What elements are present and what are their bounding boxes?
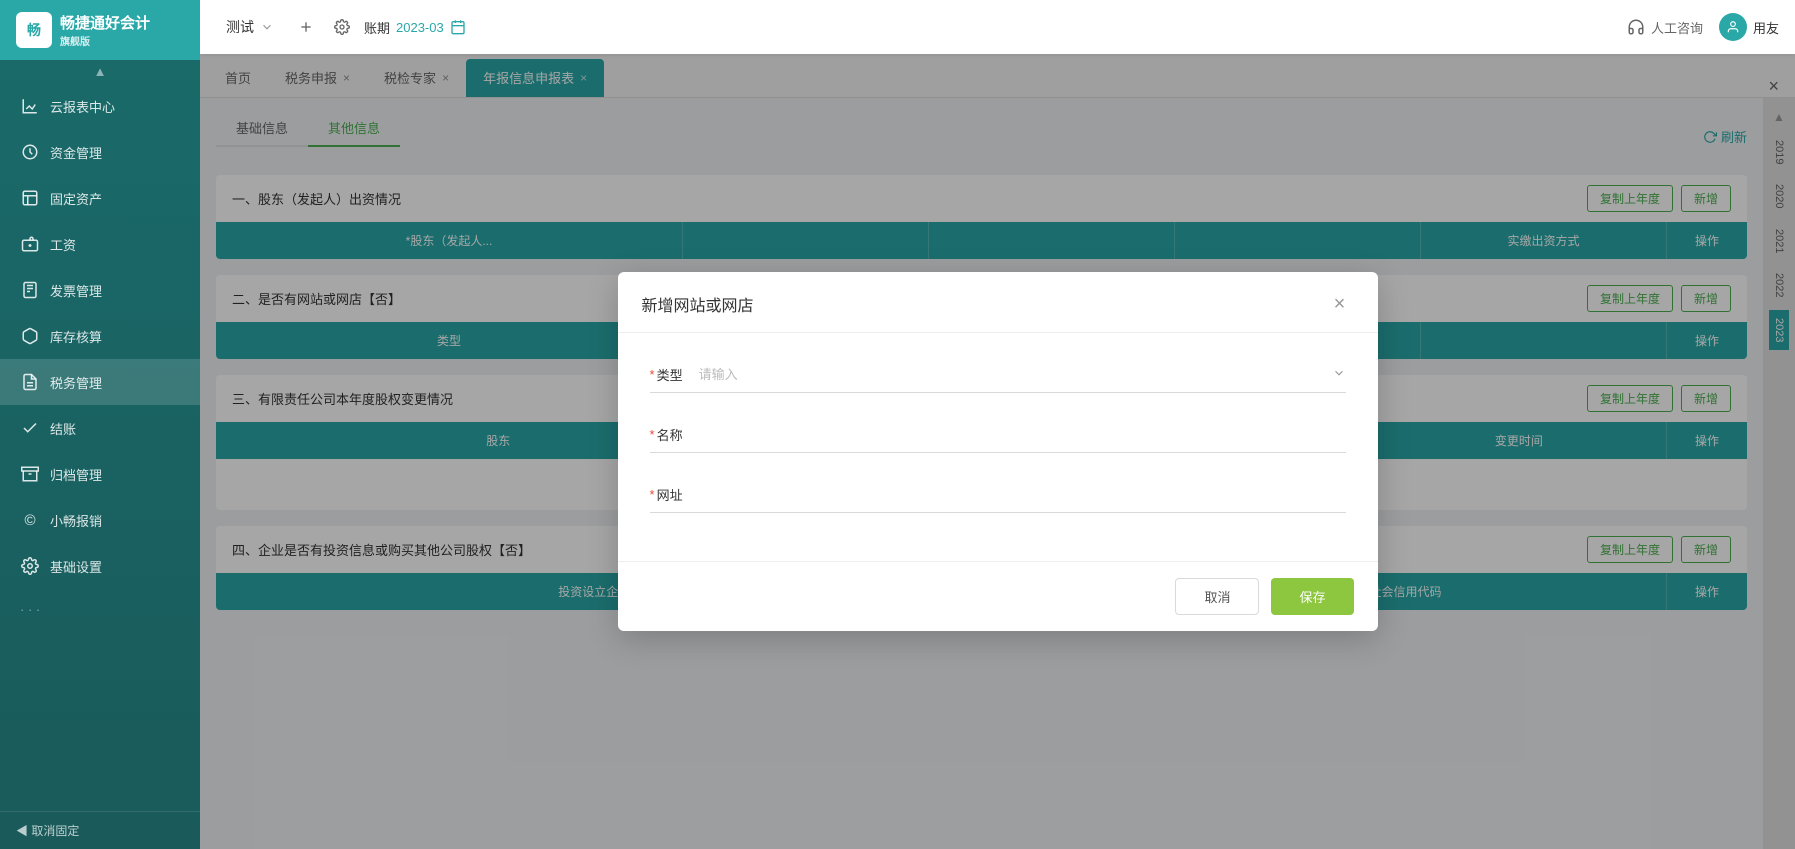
url-input[interactable] xyxy=(699,487,1346,502)
type-control-row: * 类型 xyxy=(650,357,1346,393)
add-website-dialog: 新增网站或网店 × * 类型 xyxy=(618,272,1378,631)
name-required: * xyxy=(650,427,655,442)
avatar xyxy=(1719,13,1747,41)
company-selector[interactable]: 测试 xyxy=(216,11,284,43)
sidebar-item-assets[interactable]: 固定资产 xyxy=(0,175,200,221)
dialog-header: 新增网站或网店 × xyxy=(618,272,1378,333)
sidebar-item-label: 库存核算 xyxy=(50,327,102,346)
user-name: 用友 xyxy=(1753,18,1779,37)
sidebar-item-label: 工资 xyxy=(50,235,76,254)
sidebar-item-invoice[interactable]: 发票管理 xyxy=(0,267,200,313)
period-label: 账期 xyxy=(364,18,390,37)
gear-icon xyxy=(334,19,350,35)
sidebar-item-tax[interactable]: 税务管理 xyxy=(0,359,200,405)
name-label: * 名称 xyxy=(650,425,683,444)
sidebar-item-settlement[interactable]: 结账 xyxy=(0,405,200,451)
assets-icon xyxy=(20,188,40,208)
add-button[interactable] xyxy=(292,13,320,41)
sidebar-item-settings[interactable]: 基础设置 xyxy=(0,543,200,589)
url-required: * xyxy=(650,487,655,502)
plus-icon xyxy=(298,19,314,35)
sidebar-item-payroll[interactable]: 工资 xyxy=(0,221,200,267)
topbar: 测试 账期 2023-03 人工咨询 用友 xyxy=(200,0,1795,54)
settings-gear-button[interactable] xyxy=(328,13,356,41)
period-display: 账期 2023-03 xyxy=(364,18,466,37)
sidebar-item-label: 固定资产 xyxy=(50,189,102,208)
calendar-icon xyxy=(450,19,466,35)
save-button[interactable]: 保存 xyxy=(1271,578,1353,615)
sidebar-nav: 云报表中心 资金管理 固定资产 工资 发票管理 xyxy=(0,83,200,811)
url-label: * 网址 xyxy=(650,485,683,504)
sidebar: 畅 畅捷通好会计 旗舰版 ▲ 云报表中心 资金管理 固定资产 xyxy=(0,0,200,849)
sidebar-item-fund[interactable]: 资金管理 xyxy=(0,129,200,175)
dialog-close-button[interactable]: × xyxy=(1326,290,1354,318)
settings-icon xyxy=(20,556,40,576)
tax-icon xyxy=(20,372,40,392)
topbar-right: 人工咨询 用友 xyxy=(1627,13,1779,41)
sidebar-item-xiao[interactable]: © 小畅报销 xyxy=(0,497,200,543)
sidebar-logo: 畅 畅捷通好会计 旗舰版 xyxy=(0,0,200,60)
sidebar-item-label: 结账 xyxy=(50,419,76,438)
inventory-icon xyxy=(20,326,40,346)
dialog-title: 新增网站或网店 xyxy=(642,292,754,316)
invoice-icon xyxy=(20,280,40,300)
sidebar-item-label: 发票管理 xyxy=(50,281,102,300)
form-field-url: * 网址 xyxy=(650,477,1346,513)
url-control-row: * 网址 xyxy=(650,477,1346,513)
name-input[interactable] xyxy=(699,427,1346,442)
type-required: * xyxy=(650,367,655,382)
sidebar-item-cloud-report[interactable]: 云报表中心 xyxy=(0,83,200,129)
company-name: 测试 xyxy=(226,17,254,37)
headphone-icon xyxy=(1627,18,1645,36)
sidebar-item-label: 小畅报销 xyxy=(50,511,102,530)
app-subtitle: 旗舰版 xyxy=(60,33,150,48)
sidebar-scroll-up[interactable]: ▲ xyxy=(0,60,200,83)
sidebar-item-label: 基础设置 xyxy=(50,557,102,576)
user-menu[interactable]: 用友 xyxy=(1719,13,1779,41)
payroll-icon xyxy=(20,234,40,254)
unpin-label: ◀ 取消固定 xyxy=(16,822,79,839)
xiao-icon: © xyxy=(20,510,40,530)
sidebar-item-archive[interactable]: 归档管理 xyxy=(0,451,200,497)
sidebar-item-label: 资金管理 xyxy=(50,143,102,162)
sidebar-item-label: 云报表中心 xyxy=(50,97,115,116)
chevron-down-icon xyxy=(260,20,274,34)
settlement-icon xyxy=(20,418,40,438)
name-control-row: * 名称 xyxy=(650,417,1346,453)
user-icon xyxy=(1726,20,1740,34)
sidebar-item-more[interactable]: · · · xyxy=(0,589,200,630)
dialog-body: * 类型 * 名称 xyxy=(618,333,1378,561)
fund-icon xyxy=(20,142,40,162)
type-label: * 类型 xyxy=(650,365,683,384)
service-label: 人工咨询 xyxy=(1651,18,1703,37)
sidebar-unpin[interactable]: ◀ 取消固定 xyxy=(0,811,200,849)
dialog-overlay: 新增网站或网店 × * 类型 xyxy=(200,54,1795,849)
archive-icon xyxy=(20,464,40,484)
logo-icon: 畅 xyxy=(16,12,52,48)
cancel-button[interactable]: 取消 xyxy=(1175,578,1259,615)
service-button[interactable]: 人工咨询 xyxy=(1627,18,1703,37)
dialog-footer: 取消 保存 xyxy=(618,561,1378,631)
app-name: 畅捷通好会计 xyxy=(60,12,150,33)
form-field-type: * 类型 xyxy=(650,357,1346,393)
type-input[interactable] xyxy=(699,367,1324,382)
form-field-name: * 名称 xyxy=(650,417,1346,453)
period-value: 2023-03 xyxy=(396,20,444,35)
sidebar-item-label: 归档管理 xyxy=(50,465,102,484)
type-dropdown-arrow[interactable] xyxy=(1332,366,1346,383)
cloud-report-icon xyxy=(20,96,40,116)
sidebar-item-label: 税务管理 xyxy=(50,373,102,392)
sidebar-item-inventory[interactable]: 库存核算 xyxy=(0,313,200,359)
